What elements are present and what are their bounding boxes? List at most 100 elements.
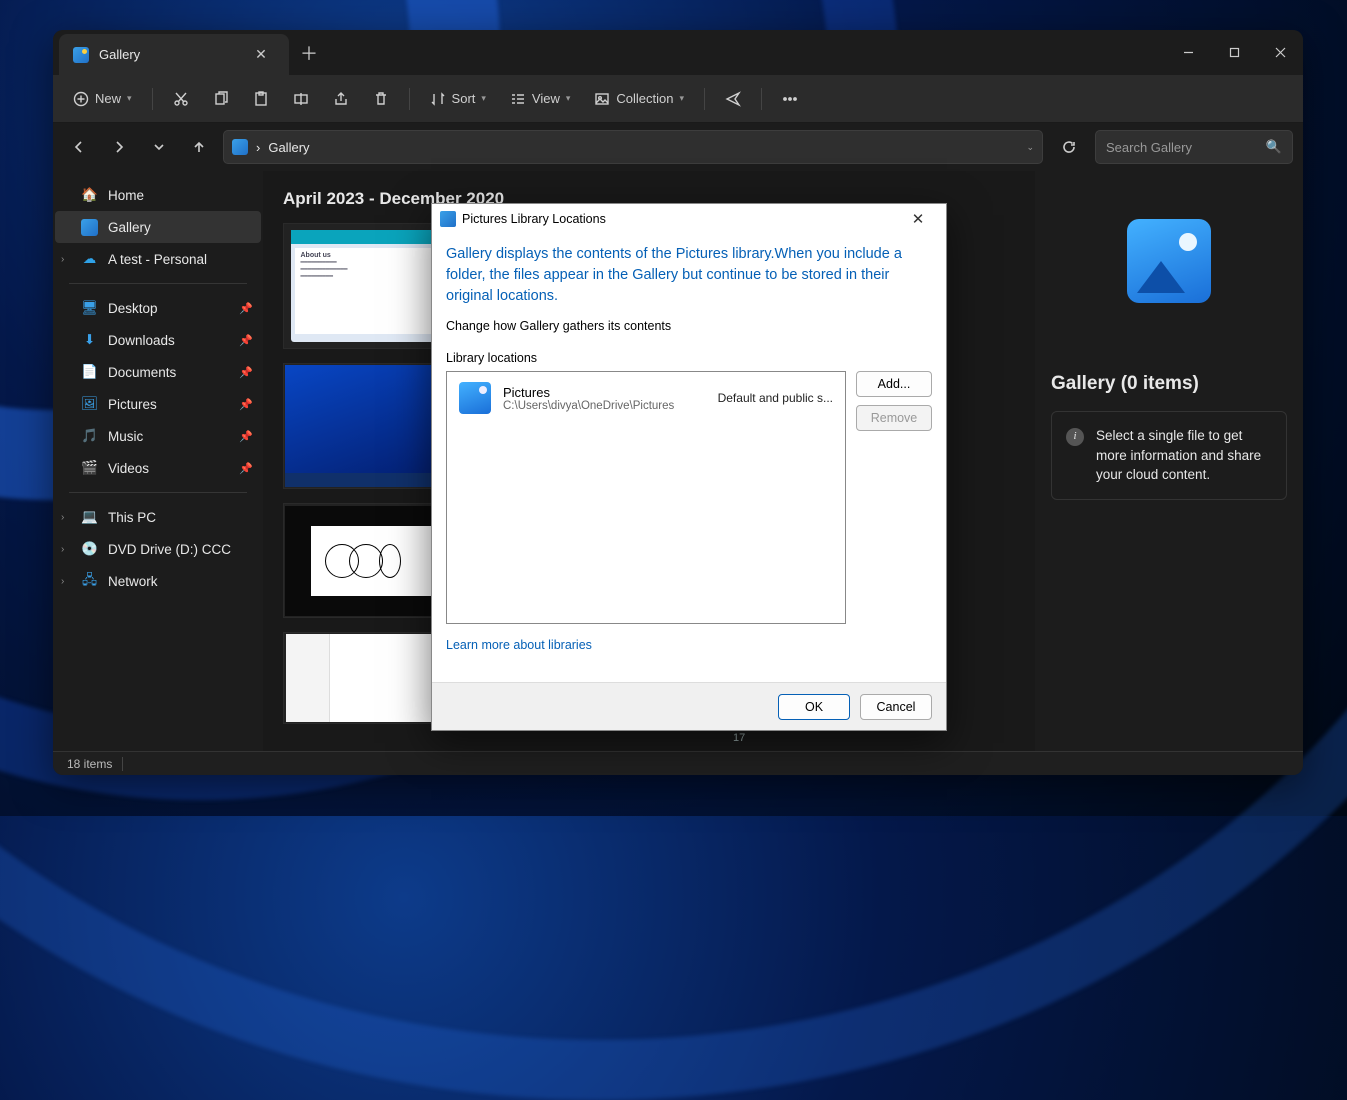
library-locations-list[interactable]: Pictures C:\Users\divya\OneDrive\Picture… bbox=[446, 371, 846, 624]
sidebar-item-atest[interactable]: ›☁A test - Personal bbox=[55, 243, 261, 275]
desktop-icon: 🖥 bbox=[81, 300, 98, 317]
chevron-right-icon[interactable]: › bbox=[61, 544, 64, 555]
close-button[interactable] bbox=[1257, 30, 1303, 75]
picture-icon bbox=[594, 91, 610, 107]
navbar: › Gallery ⌄ Search Gallery 🔍 bbox=[53, 123, 1303, 171]
learn-more-link[interactable]: Learn more about libraries bbox=[446, 638, 932, 652]
recent-button[interactable] bbox=[143, 131, 175, 163]
details-title: Gallery (0 items) bbox=[1051, 373, 1199, 395]
cancel-button[interactable]: Cancel bbox=[860, 694, 932, 720]
more-button[interactable] bbox=[772, 82, 808, 116]
minimize-button[interactable] bbox=[1165, 30, 1211, 75]
status-bar: 18 items bbox=[53, 751, 1303, 775]
refresh-button[interactable] bbox=[1051, 130, 1087, 164]
sort-icon bbox=[430, 91, 446, 107]
details-pane: Gallery (0 items) i Select a single file… bbox=[1035, 171, 1303, 751]
sidebar-item-gallery[interactable]: Gallery bbox=[55, 211, 261, 243]
maximize-button[interactable] bbox=[1211, 30, 1257, 75]
chevron-down-icon: ▾ bbox=[566, 93, 571, 104]
sidebar-item-videos[interactable]: 🎬Videos📌 bbox=[55, 452, 261, 484]
pin-icon: 📌 bbox=[239, 334, 253, 347]
send-button[interactable] bbox=[715, 82, 751, 116]
breadcrumb[interactable]: Gallery bbox=[268, 140, 309, 155]
trash-icon bbox=[373, 91, 389, 107]
dialog-title: Pictures Library Locations bbox=[462, 212, 606, 226]
titlebar: Gallery ✕ ＋ bbox=[53, 30, 1303, 75]
sidebar-item-downloads[interactable]: ⬇Downloads📌 bbox=[55, 324, 261, 356]
sidebar-item-thispc[interactable]: ›💻This PC bbox=[55, 501, 261, 533]
forward-button[interactable] bbox=[103, 131, 135, 163]
sidebar-item-music[interactable]: 🎵Music📌 bbox=[55, 420, 261, 452]
tab-title: Gallery bbox=[99, 47, 237, 62]
scissors-icon bbox=[173, 91, 189, 107]
search-placeholder: Search Gallery bbox=[1106, 140, 1192, 155]
pin-icon: 📌 bbox=[239, 302, 253, 315]
back-button[interactable] bbox=[63, 131, 95, 163]
pc-icon: 💻 bbox=[81, 509, 98, 526]
dialog-footer: OK Cancel bbox=[432, 682, 946, 730]
copy-icon bbox=[213, 91, 229, 107]
dialog-titlebar: Pictures Library Locations ✕ bbox=[432, 204, 946, 234]
view-icon bbox=[510, 91, 526, 107]
search-icon: 🔍 bbox=[1266, 139, 1282, 155]
tab-gallery[interactable]: Gallery ✕ bbox=[59, 34, 289, 75]
network-icon: 🖧 bbox=[81, 573, 98, 590]
library-locations-label: Library locations bbox=[446, 351, 932, 365]
chevron-down-icon[interactable]: ⌄ bbox=[1026, 142, 1034, 153]
search-input[interactable]: Search Gallery 🔍 bbox=[1095, 130, 1293, 164]
disc-icon: 💿 bbox=[81, 541, 98, 558]
pin-icon: 📌 bbox=[239, 366, 253, 379]
new-button[interactable]: New ▾ bbox=[63, 82, 142, 116]
sidebar-item-dvd[interactable]: ›💿DVD Drive (D:) CCC bbox=[55, 533, 261, 565]
up-button[interactable] bbox=[183, 131, 215, 163]
dialog-close-button[interactable]: ✕ bbox=[898, 210, 938, 228]
address-bar[interactable]: › Gallery ⌄ bbox=[223, 130, 1043, 164]
chevron-right-icon[interactable]: › bbox=[61, 512, 64, 523]
dialog-subtext: Change how Gallery gathers its contents bbox=[446, 319, 932, 333]
add-button[interactable]: Add... bbox=[856, 371, 932, 397]
ok-button[interactable]: OK bbox=[778, 694, 850, 720]
pictures-icon: 🖼 bbox=[81, 396, 98, 413]
chevron-right-icon[interactable]: › bbox=[61, 576, 64, 587]
sidebar-item-desktop[interactable]: 🖥Desktop📌 bbox=[55, 292, 261, 324]
toolbar: New ▾ Sort ▾ View ▾ Collection ▾ bbox=[53, 75, 1303, 123]
chevron-down-icon: ▾ bbox=[481, 93, 486, 104]
send-icon bbox=[725, 91, 741, 107]
sidebar-item-network[interactable]: ›🖧Network bbox=[55, 565, 261, 597]
clipboard-icon bbox=[253, 91, 269, 107]
gallery-tab-icon bbox=[73, 47, 89, 63]
tab-close-icon[interactable]: ✕ bbox=[247, 46, 275, 63]
documents-icon: 📄 bbox=[81, 364, 98, 381]
pin-icon: 📌 bbox=[239, 430, 253, 443]
pin-icon: 📌 bbox=[239, 398, 253, 411]
sort-button[interactable]: Sort ▾ bbox=[420, 82, 496, 116]
view-button[interactable]: View ▾ bbox=[500, 82, 580, 116]
gallery-large-icon bbox=[1127, 219, 1211, 303]
sidebar-item-home[interactable]: 🏠Home bbox=[55, 179, 261, 211]
info-icon: i bbox=[1066, 428, 1084, 446]
gallery-icon bbox=[81, 219, 98, 236]
sidebar-item-pictures[interactable]: 🖼Pictures📌 bbox=[55, 388, 261, 420]
sidebar-item-documents[interactable]: 📄Documents📌 bbox=[55, 356, 261, 388]
cut-button[interactable] bbox=[163, 82, 199, 116]
chevron-right-icon[interactable]: › bbox=[61, 254, 64, 265]
dialog-description: Gallery displays the contents of the Pic… bbox=[446, 244, 932, 307]
music-icon: 🎵 bbox=[81, 428, 98, 445]
new-tab-button[interactable]: ＋ bbox=[289, 30, 329, 75]
paste-button[interactable] bbox=[243, 82, 279, 116]
home-icon: 🏠 bbox=[81, 187, 98, 204]
rename-button[interactable] bbox=[283, 82, 319, 116]
gallery-icon bbox=[232, 139, 248, 155]
details-info: i Select a single file to get more infor… bbox=[1051, 411, 1287, 500]
collection-button[interactable]: Collection ▾ bbox=[584, 82, 694, 116]
share-button[interactable] bbox=[323, 82, 359, 116]
library-item-pictures[interactable]: Pictures C:\Users\divya\OneDrive\Picture… bbox=[447, 372, 845, 424]
rename-icon bbox=[293, 91, 309, 107]
delete-button[interactable] bbox=[363, 82, 399, 116]
chevron-down-icon: ▾ bbox=[680, 93, 685, 104]
copy-button[interactable] bbox=[203, 82, 239, 116]
remove-button[interactable]: Remove bbox=[856, 405, 932, 431]
item-count: 18 items bbox=[67, 757, 112, 771]
library-locations-dialog: Pictures Library Locations ✕ Gallery dis… bbox=[431, 203, 947, 731]
share-icon bbox=[333, 91, 349, 107]
